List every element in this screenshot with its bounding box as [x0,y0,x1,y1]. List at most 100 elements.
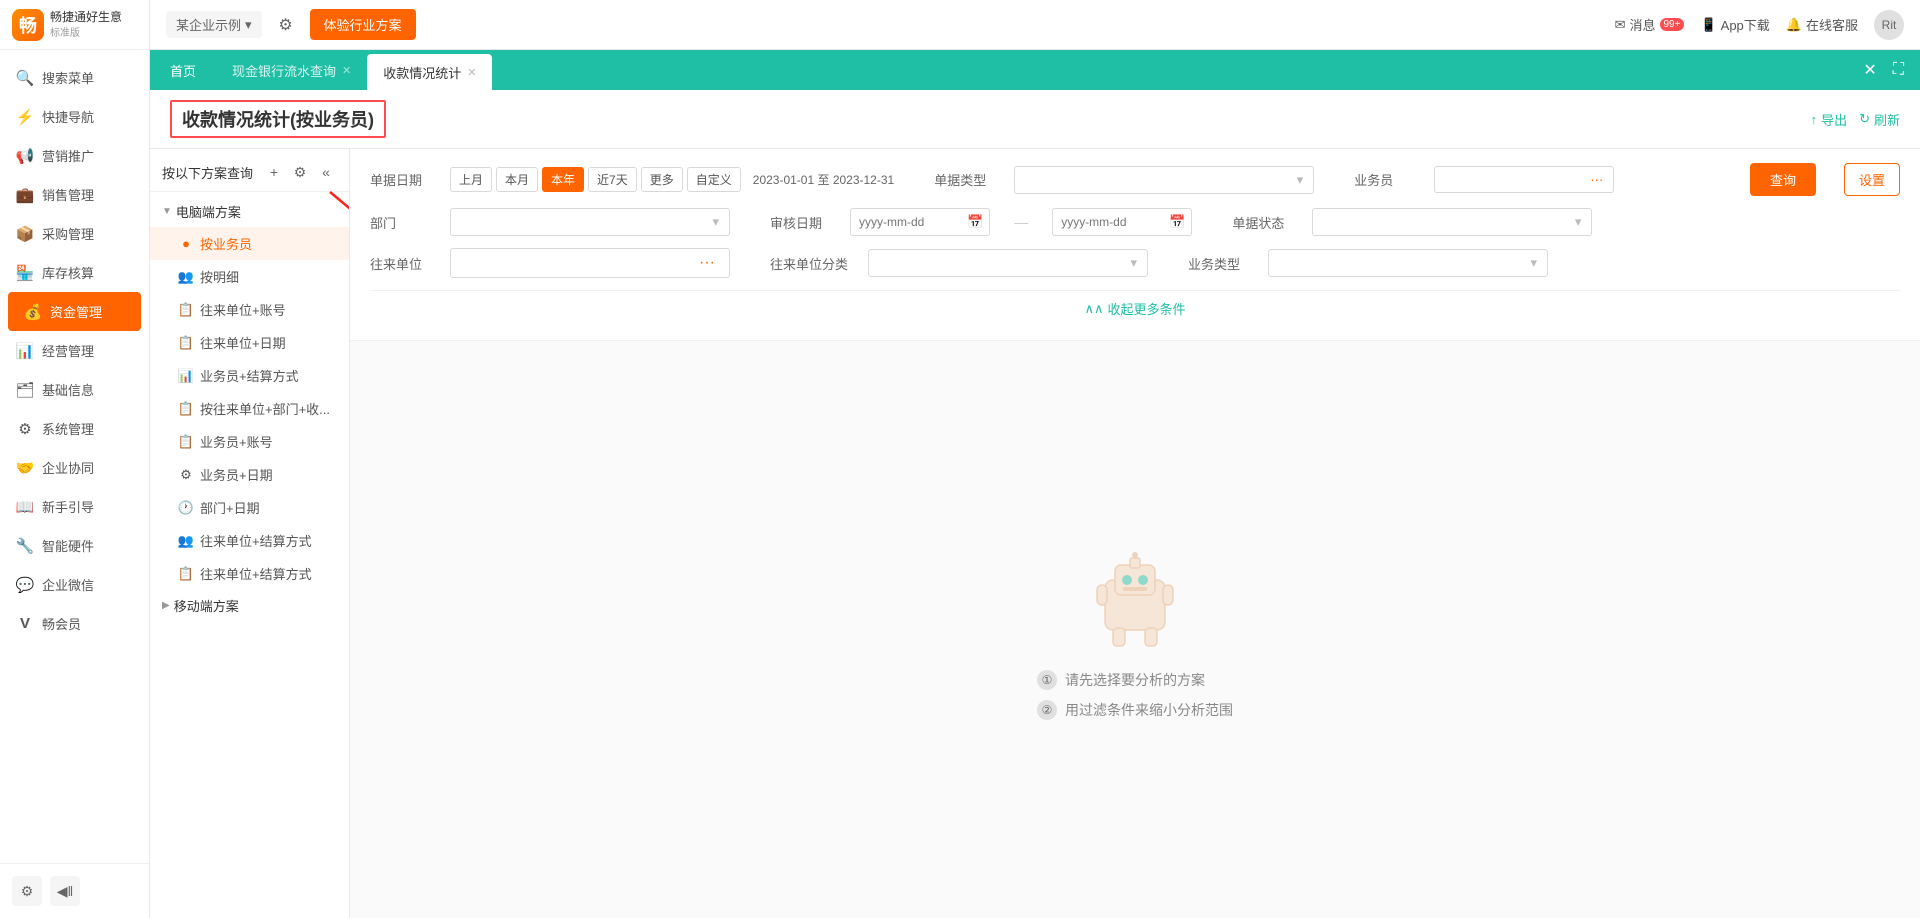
footer-settings-btn[interactable]: ⚙ [12,876,42,906]
collab-icon: 🤝 [16,459,34,477]
tab-receipt-stats-close[interactable]: ✕ [467,66,476,79]
scheme-item-detail[interactable]: 👥 按明细 [150,260,349,293]
add-scheme-btn[interactable]: + [263,161,285,183]
collapse-panel-btn[interactable]: « [315,161,337,183]
sidebar-item-inventory[interactable]: 🏪 库存核算 [0,253,149,292]
refresh-label: 刷新 [1874,110,1900,129]
partner-dept-icon: 📋 [178,401,194,417]
empty-illustration [1075,530,1195,650]
sidebar-item-wechat[interactable]: 💬 企业微信 [0,565,149,604]
user-avatar[interactable]: Rit [1874,10,1904,40]
date-btn-this-year[interactable]: 本年 [542,167,584,192]
scheme-item-salesperson[interactable]: ● 按业务员 [150,227,349,260]
date-btn-more[interactable]: 更多 [641,167,683,192]
salesperson-select[interactable]: ··· [1434,166,1614,193]
logo-icon: 畅 [12,9,44,41]
filter-row-2: 部门 ▾ 审核日期 📅 — 📅 [370,208,1900,236]
settings-action-btn[interactable]: 设置 [1844,163,1900,196]
scheme-item-label: 按业务员 [200,234,252,253]
tab-expand-btn[interactable]: ⛶ [1889,57,1908,83]
marketing-icon: 📢 [16,147,34,165]
scheme-settings-btn[interactable]: ⚙ [289,161,311,183]
sidebar-item-finance[interactable]: 💰 资金管理 [8,292,141,331]
date-btn-this-month[interactable]: 本月 [496,167,538,192]
message-action[interactable]: ✉ 消息 99+ [1615,15,1685,34]
mobile-group[interactable]: ▶ 移动端方案 [150,590,349,621]
voucher-status-chevron: ▾ [1575,214,1582,230]
logo-area: 畅 畅捷通好生意 标准版 [0,0,149,50]
department-label: 部门 [370,213,430,232]
date-btn-custom[interactable]: 自定义 [687,167,741,192]
detail-icon: 👥 [178,269,194,285]
audit-date-to-input[interactable] [1053,210,1163,234]
scheme-item-salesperson-date[interactable]: ⚙ 业务员+日期 [150,458,349,491]
sidebar-item-sales[interactable]: 💼 销售管理 [0,175,149,214]
sidebar-item-collab[interactable]: 🤝 企业协同 [0,448,149,487]
tab-bar-right: ✕ ⛶ [1859,50,1920,90]
workspace-settings-btn[interactable]: ⚙ [270,9,302,41]
counterpart-ellipsis[interactable]: ··· [695,254,719,272]
footer-collapse-btn[interactable]: ◀‖ [50,876,80,906]
calendar-icon-from[interactable]: 📅 [961,209,989,235]
calendar-icon-to[interactable]: 📅 [1163,209,1191,235]
app-download-action[interactable]: 📱 App下载 [1700,15,1769,34]
counterpart-category-select[interactable]: ▾ [868,249,1148,277]
sidebar-item-system[interactable]: ⚙ 系统管理 [0,409,149,448]
sidebar-item-basic[interactable]: 🗂 基础信息 [0,370,149,409]
sidebar-item-member[interactable]: V 畅会员 [0,604,149,643]
department-chevron: ▾ [712,214,719,230]
tab-home[interactable]: 首页 [150,50,216,90]
scheme-item-partner-settlement1[interactable]: 👥 往来单位+结算方式 [150,524,349,557]
audit-date-from-input[interactable] [851,210,961,234]
workspace-label: 某企业示例 [176,15,241,34]
date-btn-7days[interactable]: 近7天 [588,167,637,192]
date-btn-last-month[interactable]: 上月 [450,167,492,192]
sidebar-item-label: 智能硬件 [42,536,94,555]
sidebar-item-marketing[interactable]: 📢 营销推广 [0,136,149,175]
scheme-item-label: 按往来单位+部门+收... [200,399,330,418]
workspace-selector[interactable]: 某企业示例 ▾ [166,11,262,38]
desktop-group[interactable]: ▼ 电脑端方案 [150,196,349,227]
voucher-type-select[interactable]: ▾ [1014,166,1314,194]
sidebar: 畅 畅捷通好生意 标准版 🔍 搜索菜单 ⚡ 快捷导航 📢 营销推广 💼 销售管理… [0,0,150,918]
audit-date-to: 📅 [1052,208,1192,236]
sidebar-item-hardware[interactable]: 🔧 智能硬件 [0,526,149,565]
sidebar-item-search[interactable]: 🔍 搜索菜单 [0,58,149,97]
refresh-btn[interactable]: ↻ 刷新 [1859,110,1900,129]
export-btn[interactable]: ↑ 导出 [1811,110,1848,129]
scheme-item-partner-account[interactable]: 📋 往来单位+账号 [150,293,349,326]
tab-cash-flow[interactable]: 现金银行流水查询 ✕ [216,50,367,90]
quicknav-icon: ⚡ [16,108,34,126]
scheme-item-salesperson-account[interactable]: 📋 业务员+账号 [150,425,349,458]
voucher-type-chevron: ▾ [1297,172,1304,188]
trial-industry-btn[interactable]: 体验行业方案 [310,9,416,40]
department-select[interactable]: ▾ [450,208,730,236]
query-btn[interactable]: 查询 [1750,163,1816,196]
empty-state: ① 请先选择要分析的方案 ② 用过滤条件来缩小分析范围 [350,341,1920,918]
scheme-item-partner-settlement2[interactable]: 📋 往来单位+结算方式 [150,557,349,590]
sidebar-item-guide[interactable]: 📖 新手引导 [0,487,149,526]
sidebar-item-operations[interactable]: 📊 经营管理 [0,331,149,370]
tab-close-all-btn[interactable]: ✕ [1859,56,1880,84]
scheme-item-salesperson-settlement[interactable]: 📊 业务员+结算方式 [150,359,349,392]
voucher-status-label: 单据状态 [1232,213,1292,232]
tab-cash-flow-close[interactable]: ✕ [342,64,351,77]
scheme-item-partner-date[interactable]: 📋 往来单位+日期 [150,326,349,359]
step-num-2: ② [1037,700,1057,720]
scheme-item-dept-date[interactable]: 🕐 部门+日期 [150,491,349,524]
scheme-item-partner-dept[interactable]: 📋 按往来单位+部门+收... [150,392,349,425]
filter-area: 单据日期 上月 本月 本年 近7天 更多 自定义 2023-01-01 至 20… [350,149,1920,341]
scheme-item-label: 往来单位+结算方式 [200,531,312,550]
business-type-select[interactable]: ▾ [1268,249,1548,277]
counterpart-select[interactable]: ··· [450,248,730,278]
online-service-action[interactable]: 🔔 在线客服 [1786,15,1858,34]
partner-account-icon: 📋 [178,302,194,318]
salesperson-account-icon: 📋 [178,434,194,450]
tab-receipt-stats[interactable]: 收款情况统计 ✕ [367,54,492,90]
voucher-status-select[interactable]: ▾ [1312,208,1592,236]
refresh-icon: ↻ [1859,111,1870,127]
sidebar-item-quicknav[interactable]: ⚡ 快捷导航 [0,97,149,136]
partner-date-icon: 📋 [178,335,194,351]
sidebar-item-purchase[interactable]: 📦 采购管理 [0,214,149,253]
collapse-more-btn[interactable]: ∧∧ 收起更多条件 [370,290,1900,326]
